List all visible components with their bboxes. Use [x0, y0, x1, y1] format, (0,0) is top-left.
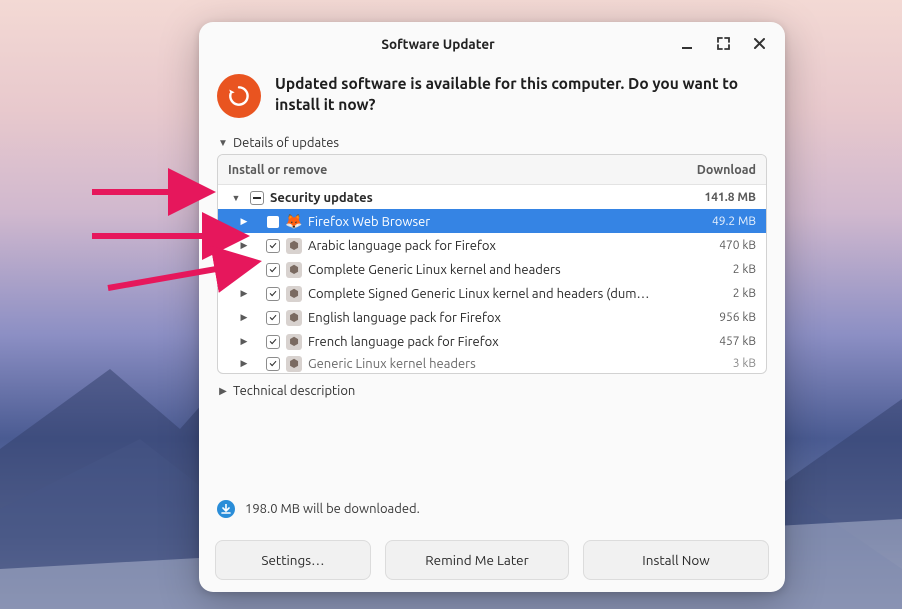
update-size: 956 kB: [666, 311, 756, 324]
download-icon: [217, 500, 235, 518]
checkbox[interactable]: [266, 215, 280, 229]
update-name: Arabic language pack for Firefox: [308, 239, 660, 253]
update-name: Complete Signed Generic Linux kernel and…: [308, 287, 660, 301]
close-button[interactable]: [741, 29, 777, 59]
update-row[interactable]: ▶ ⬢ Generic Linux kernel headers 3 kB: [218, 353, 766, 373]
chevron-right-icon: ▶: [228, 240, 260, 251]
settings-button[interactable]: Settings…: [215, 540, 371, 580]
update-size: 2 kB: [666, 263, 756, 276]
firefox-icon: 🦊: [286, 214, 302, 230]
download-info: 198.0 MB will be downloaded.: [199, 500, 785, 518]
chevron-right-icon: ▶: [228, 264, 260, 275]
update-name: Generic Linux kernel headers: [308, 357, 660, 371]
chevron-right-icon: ▶: [217, 385, 229, 397]
updates-table: Install or remove Download ▼ Security upd…: [217, 154, 767, 374]
minimize-button[interactable]: [669, 29, 705, 59]
checkbox[interactable]: [266, 287, 280, 301]
package-icon: ⬢: [286, 334, 302, 350]
update-size: 3 kB: [666, 357, 756, 370]
update-row[interactable]: ▶ ⬢ Complete Signed Generic Linux kernel a…: [218, 281, 766, 305]
checkbox[interactable]: [266, 335, 280, 349]
update-row[interactable]: ▶ ⬢ Complete Generic Linux kernel and head…: [218, 257, 766, 281]
update-heading: Updated software is available for this c…: [275, 74, 767, 118]
group-row-security-updates[interactable]: ▼ Security updates 141.8 MB: [218, 185, 766, 209]
update-name: Complete Generic Linux kernel and header…: [308, 263, 660, 277]
software-updater-window: Software Updater Updated software is ava…: [199, 22, 785, 592]
update-size: 470 kB: [666, 239, 756, 252]
install-now-button[interactable]: Install Now: [583, 540, 769, 580]
column-install-remove: Install or remove: [228, 163, 666, 177]
chevron-right-icon: ▶: [228, 358, 260, 369]
remind-later-button[interactable]: Remind Me Later: [385, 540, 569, 580]
update-size: 457 kB: [666, 335, 756, 348]
update-row[interactable]: ▶ 🦊 Firefox Web Browser 49.2 MB: [218, 209, 766, 233]
titlebar: Software Updater: [199, 22, 785, 66]
checkbox[interactable]: [266, 311, 280, 325]
checkbox[interactable]: [266, 357, 280, 371]
technical-description-label: Technical description: [233, 384, 355, 398]
window-title: Software Updater: [381, 36, 494, 52]
update-name: English language pack for Firefox: [308, 311, 660, 325]
package-icon: ⬢: [286, 310, 302, 326]
update-name: French language pack for Firefox: [308, 335, 660, 349]
technical-description-toggle[interactable]: ▶ Technical description: [217, 384, 767, 398]
update-size: 2 kB: [666, 287, 756, 300]
update-row[interactable]: ▶ ⬢ French language pack for Firefox 457 kB: [218, 329, 766, 353]
chevron-right-icon: ▶: [228, 288, 260, 299]
table-header: Install or remove Download: [218, 155, 766, 185]
checkbox[interactable]: [266, 239, 280, 253]
update-name: Firefox Web Browser: [308, 215, 660, 229]
chevron-down-icon: ▼: [217, 137, 229, 149]
chevron-right-icon: ▶: [228, 312, 260, 323]
details-label: Details of updates: [233, 136, 339, 150]
package-icon: ⬢: [286, 286, 302, 302]
maximize-button[interactable]: [705, 29, 741, 59]
update-size: 49.2 MB: [666, 215, 756, 228]
update-row[interactable]: ▶ ⬢ Arabic language pack for Firefox 470 kB: [218, 233, 766, 257]
package-icon: ⬢: [286, 262, 302, 278]
chevron-right-icon: ▶: [228, 216, 260, 227]
group-size: 141.8 MB: [666, 191, 756, 204]
updater-icon: [217, 74, 261, 118]
download-size-text: 198.0 MB will be downloaded.: [245, 502, 420, 516]
package-icon: ⬢: [286, 356, 302, 372]
checkbox[interactable]: [266, 263, 280, 277]
group-label: Security updates: [270, 191, 660, 205]
package-icon: ⬢: [286, 238, 302, 254]
chevron-down-icon: ▼: [228, 193, 244, 203]
chevron-right-icon: ▶: [228, 336, 260, 347]
checkbox-partial[interactable]: [250, 191, 264, 205]
column-download: Download: [666, 163, 756, 177]
details-of-updates-toggle[interactable]: ▼ Details of updates: [217, 136, 767, 150]
update-row[interactable]: ▶ ⬢ English language pack for Firefox 956 k…: [218, 305, 766, 329]
